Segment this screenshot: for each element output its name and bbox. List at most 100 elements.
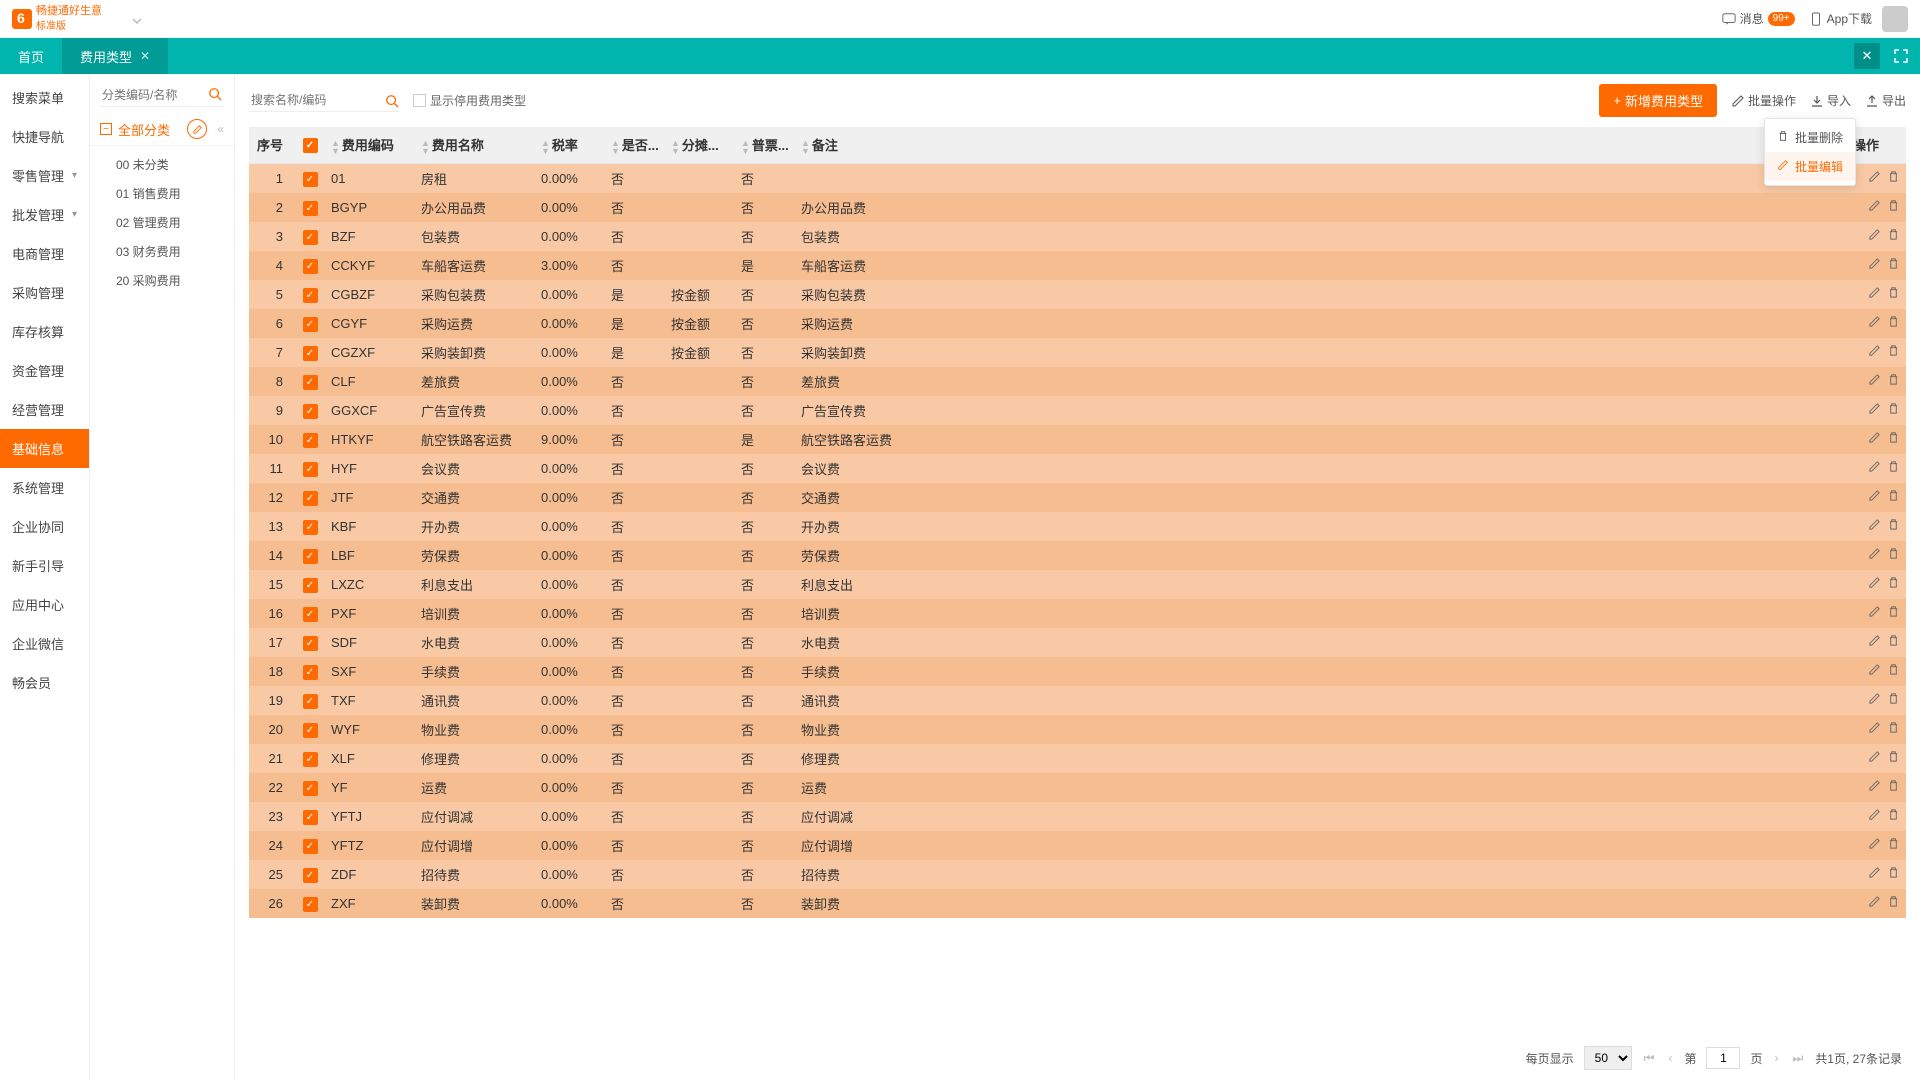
table-row[interactable]: 23YFTJ应付调减0.00%否否应付调减 bbox=[249, 802, 1906, 831]
sidebar-item[interactable]: 批发管理▾ bbox=[0, 195, 89, 234]
sidebar-item[interactable]: 企业协同 bbox=[0, 507, 89, 546]
row-checkbox[interactable] bbox=[295, 889, 325, 918]
row-delete-button[interactable] bbox=[1887, 751, 1900, 766]
row-edit-button[interactable] bbox=[1868, 838, 1881, 853]
row-checkbox[interactable] bbox=[295, 628, 325, 657]
row-checkbox[interactable] bbox=[295, 193, 325, 222]
row-edit-button[interactable] bbox=[1868, 693, 1881, 708]
row-checkbox[interactable] bbox=[295, 309, 325, 338]
row-checkbox[interactable] bbox=[295, 251, 325, 280]
table-row[interactable]: 20WYF物业费0.00%否否物业费 bbox=[249, 715, 1906, 744]
row-edit-button[interactable] bbox=[1868, 171, 1881, 186]
table-row[interactable]: 12JTF交通费0.00%否否交通费 bbox=[249, 483, 1906, 512]
row-edit-button[interactable] bbox=[1868, 548, 1881, 563]
table-row[interactable]: 11HYF会议费0.00%否否会议费 bbox=[249, 454, 1906, 483]
row-delete-button[interactable] bbox=[1887, 490, 1900, 505]
row-delete-button[interactable] bbox=[1887, 896, 1900, 911]
row-delete-button[interactable] bbox=[1887, 519, 1900, 534]
import-button[interactable]: 导入 bbox=[1810, 92, 1851, 109]
row-checkbox[interactable] bbox=[295, 338, 325, 367]
row-delete-button[interactable] bbox=[1887, 287, 1900, 302]
table-row[interactable]: 21XLF修理费0.00%否否修理费 bbox=[249, 744, 1906, 773]
row-edit-button[interactable] bbox=[1868, 722, 1881, 737]
col-code[interactable]: ▲▼费用编码 bbox=[325, 127, 415, 163]
tab-close-icon[interactable]: ✕ bbox=[140, 49, 150, 63]
row-edit-button[interactable] bbox=[1868, 374, 1881, 389]
table-row[interactable]: 24YFTZ应付调增0.00%否否应付调增 bbox=[249, 831, 1906, 860]
table-row[interactable]: 16PXF培训费0.00%否否培训费 bbox=[249, 599, 1906, 628]
row-edit-button[interactable] bbox=[1868, 577, 1881, 592]
row-checkbox[interactable] bbox=[295, 686, 325, 715]
col-rate[interactable]: ▲▼税率 bbox=[535, 127, 605, 163]
row-delete-button[interactable] bbox=[1887, 171, 1900, 186]
row-edit-button[interactable] bbox=[1868, 519, 1881, 534]
table-row[interactable]: 18SXF手续费0.00%否否手续费 bbox=[249, 657, 1906, 686]
row-edit-button[interactable] bbox=[1868, 316, 1881, 331]
table-search-input[interactable] bbox=[249, 89, 399, 112]
row-edit-button[interactable] bbox=[1868, 664, 1881, 679]
row-delete-button[interactable] bbox=[1887, 664, 1900, 679]
row-edit-button[interactable] bbox=[1868, 200, 1881, 215]
row-delete-button[interactable] bbox=[1887, 316, 1900, 331]
row-delete-button[interactable] bbox=[1887, 867, 1900, 882]
messages-link[interactable]: 消息 99+ bbox=[1722, 10, 1795, 27]
row-delete-button[interactable] bbox=[1887, 432, 1900, 447]
row-edit-button[interactable] bbox=[1868, 606, 1881, 621]
sidebar-item[interactable]: 采购管理 bbox=[0, 273, 89, 312]
row-edit-button[interactable] bbox=[1868, 867, 1881, 882]
row-edit-button[interactable] bbox=[1868, 403, 1881, 418]
row-delete-button[interactable] bbox=[1887, 606, 1900, 621]
row-checkbox[interactable] bbox=[295, 280, 325, 309]
row-edit-button[interactable] bbox=[1868, 287, 1881, 302]
search-icon[interactable] bbox=[385, 92, 399, 108]
row-checkbox[interactable] bbox=[295, 396, 325, 425]
table-row[interactable]: 25ZDF招待费0.00%否否招待费 bbox=[249, 860, 1906, 889]
sidebar-item[interactable]: 搜索菜单 bbox=[0, 78, 89, 117]
sidebar-item[interactable]: 快捷导航 bbox=[0, 117, 89, 156]
row-checkbox[interactable] bbox=[295, 744, 325, 773]
user-avatar[interactable] bbox=[1882, 6, 1908, 32]
table-row[interactable]: 19TXF通讯费0.00%否否通讯费 bbox=[249, 686, 1906, 715]
table-container[interactable]: 序号 ▲▼费用编码 ▲▼费用名称 ▲▼税率 ▲▼是否... ▲▼分摊... ▲▼… bbox=[235, 127, 1920, 1036]
sidebar-item[interactable]: 应用中心 bbox=[0, 585, 89, 624]
tree-collapse-icon[interactable]: − bbox=[100, 123, 112, 135]
sidebar-item[interactable]: 零售管理▾ bbox=[0, 156, 89, 195]
row-checkbox[interactable] bbox=[295, 570, 325, 599]
sidebar-item[interactable]: 系统管理 bbox=[0, 468, 89, 507]
row-edit-button[interactable] bbox=[1868, 809, 1881, 824]
row-delete-button[interactable] bbox=[1887, 693, 1900, 708]
row-checkbox[interactable] bbox=[295, 860, 325, 889]
fullscreen-button[interactable] bbox=[1888, 43, 1914, 69]
sidebar-item[interactable]: 库存核算 bbox=[0, 312, 89, 351]
row-edit-button[interactable] bbox=[1868, 461, 1881, 476]
row-delete-button[interactable] bbox=[1887, 258, 1900, 273]
row-edit-button[interactable] bbox=[1868, 635, 1881, 650]
table-row[interactable]: 10HTKYF航空铁路客运费9.00%否是航空铁路客运费 bbox=[249, 425, 1906, 454]
row-checkbox[interactable] bbox=[295, 512, 325, 541]
row-delete-button[interactable] bbox=[1887, 403, 1900, 418]
next-page-button[interactable]: › bbox=[1772, 1051, 1780, 1065]
prev-page-button[interactable]: ‹ bbox=[1666, 1051, 1674, 1065]
row-checkbox[interactable] bbox=[295, 425, 325, 454]
row-edit-button[interactable] bbox=[1868, 751, 1881, 766]
tree-item[interactable]: 02 管理费用 bbox=[90, 208, 234, 237]
row-delete-button[interactable] bbox=[1887, 722, 1900, 737]
col-select-all[interactable] bbox=[295, 127, 325, 163]
row-edit-button[interactable] bbox=[1868, 229, 1881, 244]
table-row[interactable]: 15LXZC利息支出0.00%否否利息支出 bbox=[249, 570, 1906, 599]
sidebar-item[interactable]: 基础信息 bbox=[0, 429, 89, 468]
add-expense-type-button[interactable]: + 新增费用类型 bbox=[1599, 84, 1717, 117]
col-share[interactable]: ▲▼分摊... bbox=[665, 127, 735, 163]
per-page-select[interactable]: 50 bbox=[1584, 1046, 1632, 1070]
row-delete-button[interactable] bbox=[1887, 780, 1900, 795]
sidebar-item[interactable]: 资金管理 bbox=[0, 351, 89, 390]
first-page-button[interactable]: ⏮ bbox=[1642, 1051, 1657, 1066]
col-ticket[interactable]: ▲▼普票... bbox=[735, 127, 795, 163]
tab-home[interactable]: 首页 bbox=[0, 38, 62, 74]
batch-delete-item[interactable]: 批量删除 bbox=[1765, 123, 1855, 152]
row-delete-button[interactable] bbox=[1887, 548, 1900, 563]
table-row[interactable]: 14LBF劳保费0.00%否否劳保费 bbox=[249, 541, 1906, 570]
table-row[interactable]: 9GGXCF广告宣传费0.00%否否广告宣传费 bbox=[249, 396, 1906, 425]
batch-edit-item[interactable]: 批量编辑 bbox=[1765, 152, 1855, 181]
row-delete-button[interactable] bbox=[1887, 374, 1900, 389]
